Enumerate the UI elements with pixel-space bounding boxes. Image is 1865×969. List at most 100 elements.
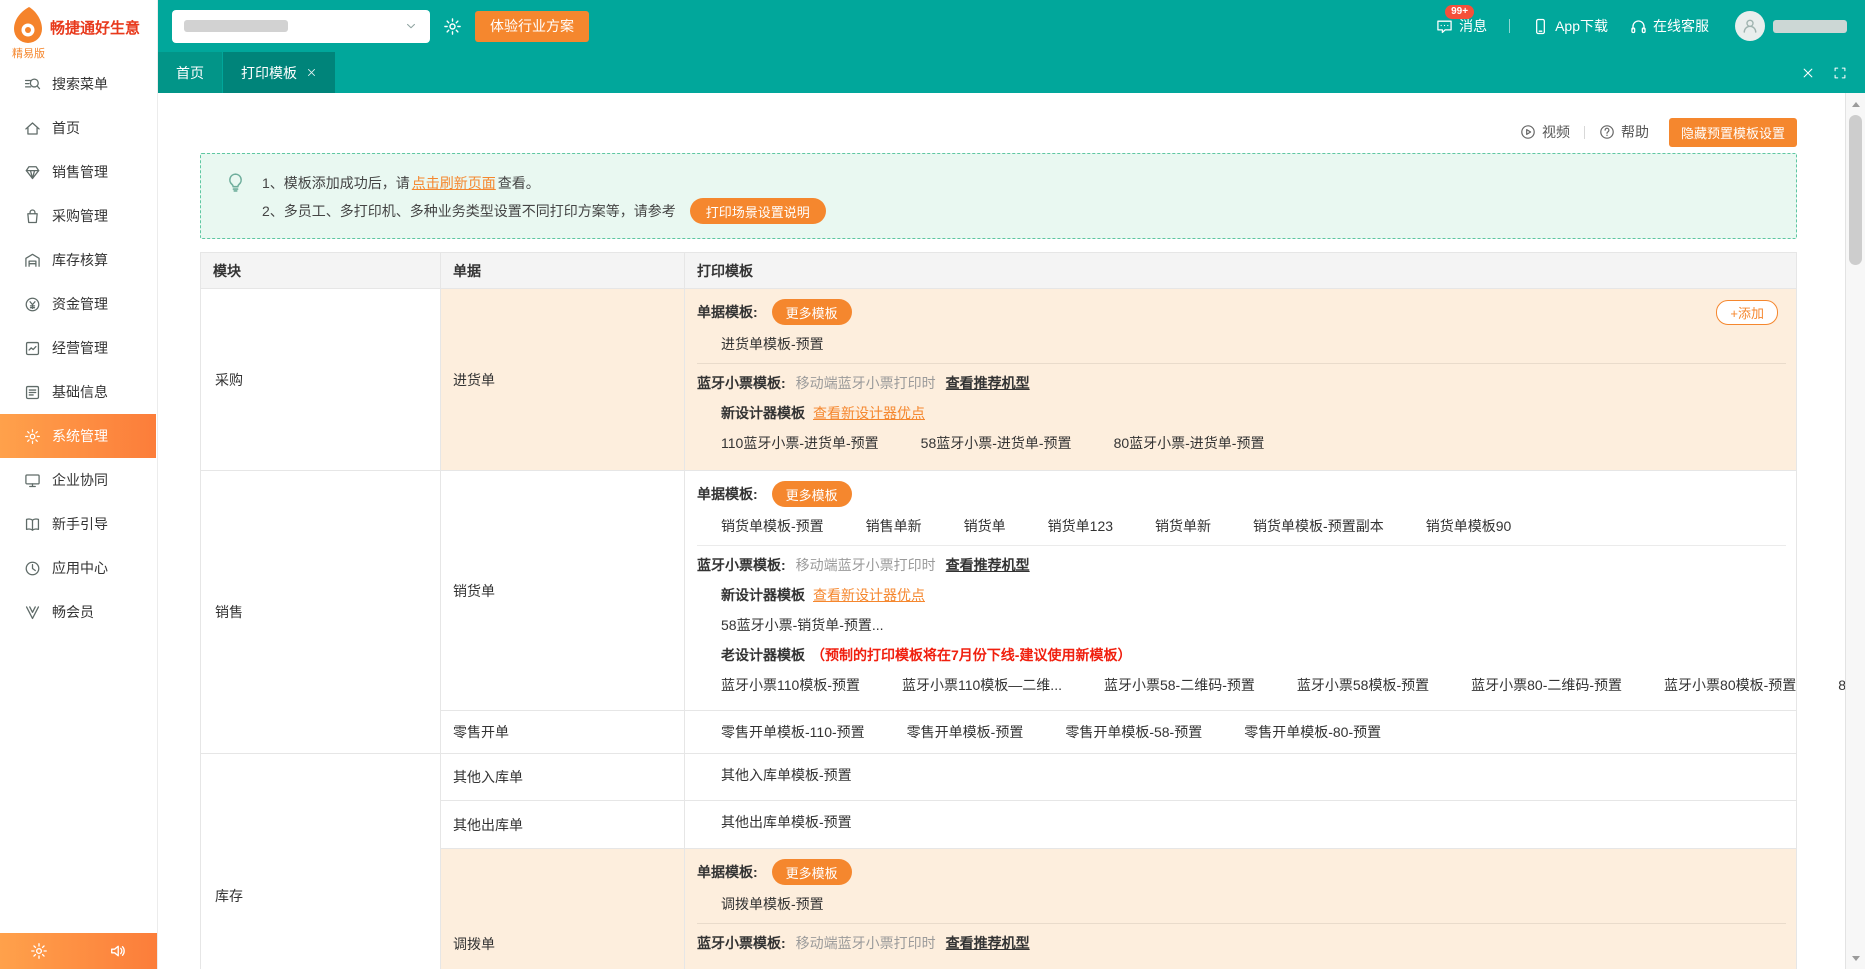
template-item[interactable]: 零售开单模板-80-预置 <box>1244 722 1381 742</box>
scroll-up-arrow[interactable] <box>1846 95 1865 113</box>
sidebar-item-info[interactable]: 基础信息 <box>0 370 156 414</box>
template-item[interactable]: 销售单新 <box>866 516 922 536</box>
sidebar-item-sales[interactable]: 销售管理 <box>0 150 156 194</box>
template-item[interactable]: 蓝牙小票58模板-预置 <box>1297 675 1429 695</box>
sidebar-item-label: 库存核算 <box>52 252 108 268</box>
sidebar-item-inventory[interactable]: 库存核算 <box>0 238 156 282</box>
close-all-tabs-icon[interactable] <box>1801 66 1815 80</box>
vertical-scrollbar[interactable] <box>1845 93 1865 969</box>
organization-select[interactable] <box>172 9 430 43</box>
template-item[interactable]: 110蓝牙小票-进货单-预置 <box>721 433 879 453</box>
sidebar-item-label: 销售管理 <box>52 164 108 180</box>
template-cell: 单据模板: 更多模板 调拨单模板-预置 蓝牙小票模板: 移动端蓝牙小票打印时 查看推荐机型 <box>684 848 1797 969</box>
more-templates-button[interactable]: 更多模板 <box>771 481 852 507</box>
topbar-gear-icon[interactable] <box>443 17 462 36</box>
doc-template-label: 单据模板: <box>697 864 758 880</box>
more-templates-button[interactable]: 更多模板 <box>771 859 852 885</box>
experience-industry-button[interactable]: 体验行业方案 <box>475 10 589 42</box>
template-item[interactable]: 蓝牙小票58-二维码-预置 <box>1104 675 1255 695</box>
template-item[interactable]: 进货单模板-预置 <box>721 334 824 354</box>
sidebar-item-label: 搜索菜单 <box>52 76 108 92</box>
scrollbar-thumb[interactable] <box>1849 115 1862 265</box>
designer-template-label: 新设计器模板 <box>721 587 805 603</box>
notice-line-2: 2、多员工、多打印机、多种业务类型设置不同打印方案等，请参考 打印场景设置说明 <box>262 197 826 225</box>
template-list: 其他出库单模板-预置 <box>697 807 1786 837</box>
tab-print-template[interactable]: 打印模板 <box>223 52 335 93</box>
video-link[interactable]: 视频 <box>1520 122 1570 142</box>
sidebar-item-apps[interactable]: 应用中心 <box>0 546 156 590</box>
tab-home[interactable]: 首页 <box>158 52 222 93</box>
settings-gear-icon[interactable] <box>30 942 48 960</box>
template-item[interactable]: 80蓝牙小票-进货单-预置 <box>1114 433 1265 453</box>
template-item[interactable]: 蓝牙小票80模板-预置 <box>1664 675 1796 695</box>
template-item[interactable]: 销货单模板90 <box>1426 516 1512 536</box>
template-item[interactable]: 58蓝牙小票-销货单-预置... <box>721 615 884 635</box>
home-icon <box>24 120 41 137</box>
scroll-down-arrow[interactable] <box>1846 949 1865 967</box>
volume-icon[interactable] <box>109 942 127 960</box>
template-item[interactable]: 销货单模板-预置 <box>721 516 824 536</box>
refresh-page-link[interactable]: 点击刷新页面 <box>412 173 496 193</box>
template-list: 110蓝牙小票-进货单-预置 58蓝牙小票-进货单-预置 80蓝牙小票-进货单-预置 <box>697 428 1786 458</box>
user-account[interactable] <box>1735 11 1847 41</box>
sidebar-item-guide[interactable]: 新手引导 <box>0 502 156 546</box>
phone-icon <box>1532 18 1549 35</box>
redacted-user-name <box>1773 19 1847 33</box>
sidebar-item-operation[interactable]: 经营管理 <box>0 326 156 370</box>
fullscreen-icon[interactable] <box>1833 66 1847 80</box>
info-icon <box>24 384 41 401</box>
more-templates-button[interactable]: 更多模板 <box>771 299 852 325</box>
search-icon <box>24 76 41 93</box>
template-item[interactable]: 其他入库单模板-预置 <box>721 765 852 785</box>
template-item[interactable]: 销货单模板-预置副本 <box>1253 516 1384 536</box>
template-item[interactable]: 零售开单模板-110-预置 <box>721 722 865 742</box>
app-download-label: App下载 <box>1555 18 1608 34</box>
sidebar-item-purchase[interactable]: 采购管理 <box>0 194 156 238</box>
add-template-button[interactable]: +添加 <box>1716 299 1778 325</box>
sidebar-item-label: 经营管理 <box>52 340 108 356</box>
template-item[interactable]: 蓝牙小票80-二维码-预置 <box>1471 675 1622 695</box>
recommended-models-link[interactable]: 查看推荐机型 <box>946 933 1030 953</box>
template-item[interactable]: 其他出库单模板-预置 <box>721 812 852 832</box>
designer-advantages-link[interactable]: 查看新设计器优点 <box>813 585 925 605</box>
sidebar-item-collab[interactable]: 企业协同 <box>0 458 156 502</box>
designer-template-label: 新设计器模板 <box>721 405 805 421</box>
template-item[interactable]: 销货单123 <box>1048 516 1113 536</box>
template-item[interactable]: 蓝牙小票110模板—二维... <box>902 675 1062 695</box>
sidebar: 畅捷通好生意 精易版 搜索菜单 首页 销售管理 采购管理 库存核算 资金管理 经营管理 基础信… <box>0 0 158 969</box>
template-item[interactable]: 零售开单模板-58-预置 <box>1065 722 1202 742</box>
table-row: 库存 其他入库单 其他入库单模板-预置 <box>200 753 1797 969</box>
sidebar-item-member[interactable]: 畅会员 <box>0 590 156 634</box>
video-label: 视频 <box>1541 124 1570 140</box>
template-item[interactable]: 58蓝牙小票-进货单-预置 <box>921 433 1072 453</box>
template-item[interactable]: 蓝牙小票110模板-预置 <box>721 675 860 695</box>
template-item[interactable]: 调拨单模板-预置 <box>721 894 824 914</box>
help-link[interactable]: 帮助 <box>1599 122 1649 142</box>
template-item[interactable]: 销货单新 <box>1155 516 1211 536</box>
sidebar-item-search[interactable]: 搜索菜单 <box>0 62 156 106</box>
tab-close-icon[interactable] <box>306 67 317 78</box>
sidebar-item-funds[interactable]: 资金管理 <box>0 282 156 326</box>
recommended-models-link[interactable]: 查看推荐机型 <box>946 555 1030 575</box>
designer-advantages-link[interactable]: 查看新设计器优点 <box>813 403 925 423</box>
messages-button[interactable]: 99+ 消息 <box>1436 5 1487 36</box>
hide-preset-templates-button[interactable]: 隐藏预置模板设置 <box>1668 117 1797 147</box>
online-service-button[interactable]: 在线客服 <box>1630 16 1709 36</box>
recommended-models-link[interactable]: 查看推荐机型 <box>946 373 1030 393</box>
col-header-module: 模块 <box>200 252 441 289</box>
sidebar-item-system[interactable]: 系统管理 <box>0 414 156 458</box>
utility-divider <box>1583 125 1585 139</box>
sidebar-item-label: 畅会员 <box>52 604 94 620</box>
app-download-button[interactable]: App下载 <box>1532 16 1608 36</box>
brand-logo-icon <box>8 5 48 45</box>
print-scene-help-button[interactable]: 打印场景设置说明 <box>689 198 826 224</box>
sidebar-item-home[interactable]: 首页 <box>0 106 156 150</box>
template-item[interactable]: 销货单 <box>964 516 1006 536</box>
bluetooth-template-header: 蓝牙小票模板: 移动端蓝牙小票打印时 查看推荐机型 <box>697 368 1786 398</box>
col-header-template: 打印模板 <box>684 252 1797 289</box>
template-item[interactable]: 80模板 <box>1838 675 1845 695</box>
table-row: 调拨单 单据模板: 更多模板 调拨单模板-预置 蓝牙小票模板: 移动端蓝牙小票打印时 查看推… <box>201 848 1797 969</box>
template-item[interactable]: 零售开单模板-预置 <box>907 722 1024 742</box>
bluetooth-template-header: 蓝牙小票模板: 移动端蓝牙小票打印时 查看推荐机型 <box>697 550 1786 580</box>
document-cell: 销货单 <box>440 470 685 711</box>
